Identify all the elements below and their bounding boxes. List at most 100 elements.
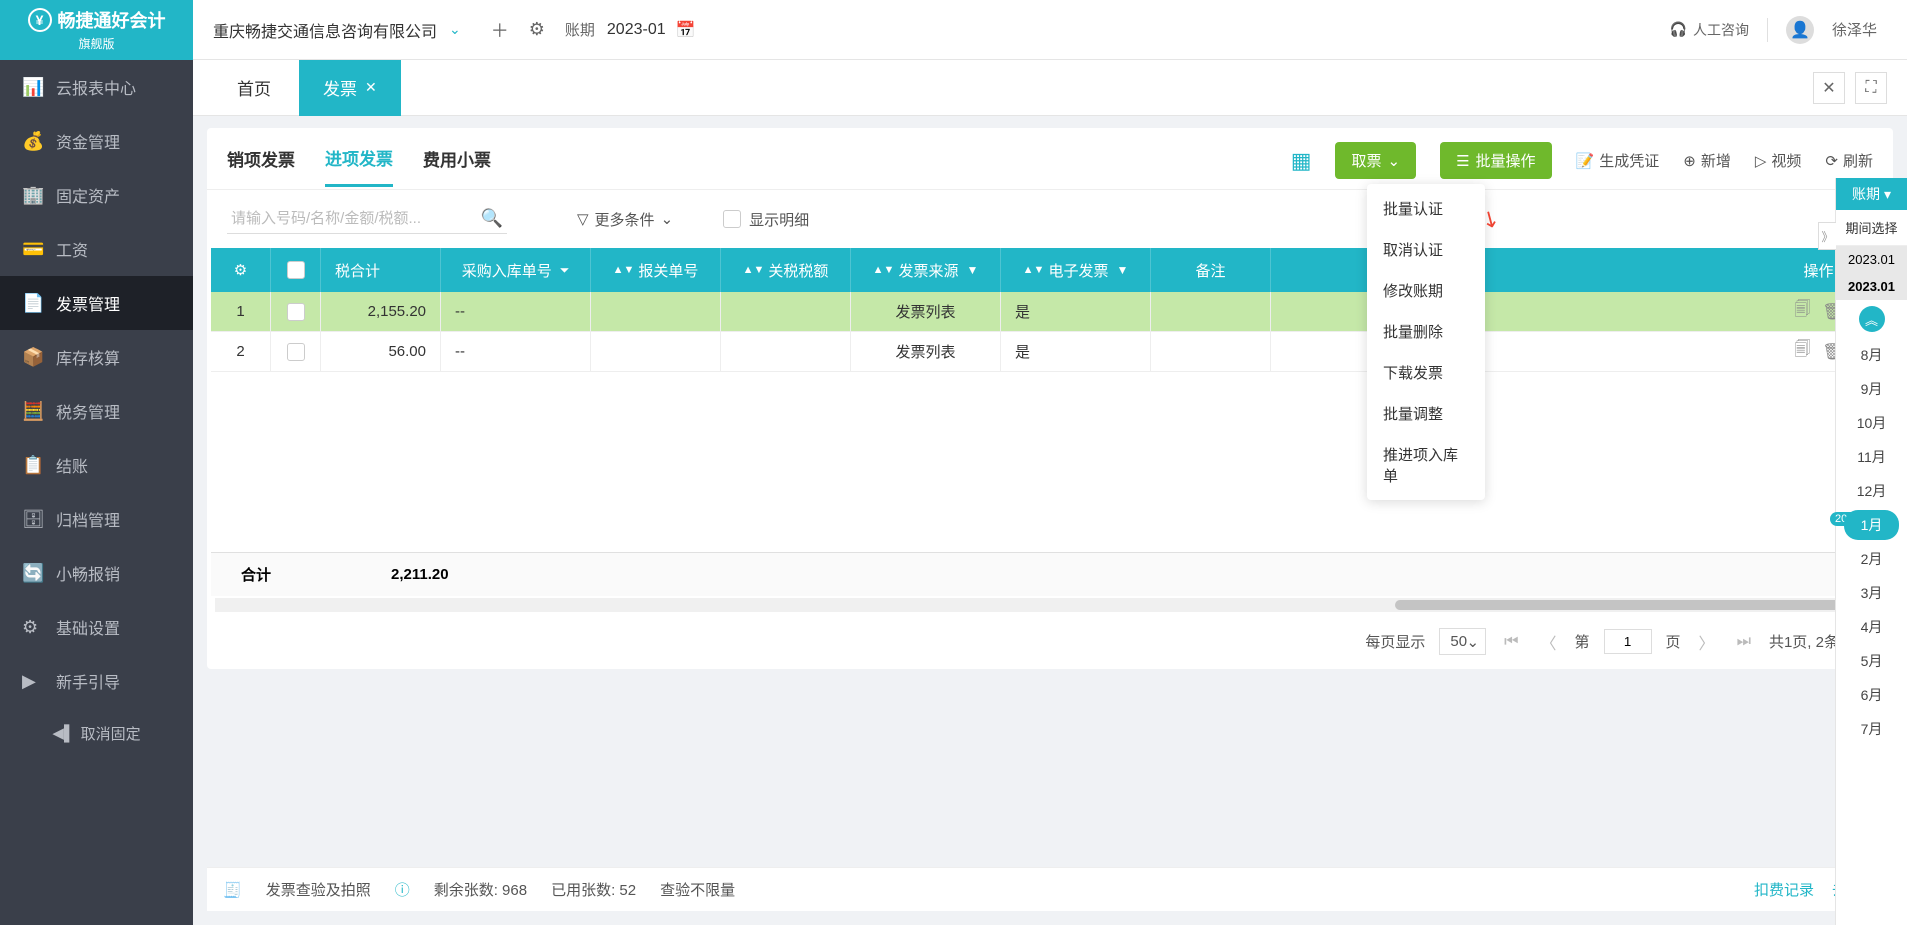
view-icon[interactable]: 🗐	[1794, 338, 1810, 365]
first-page-button[interactable]: ⏮	[1500, 633, 1522, 651]
period-label: 账期	[565, 19, 595, 40]
fullscreen-button[interactable]: ⛶	[1855, 72, 1887, 104]
table-row[interactable]: 2 56.00 -- 发票列表 是 🗐🗑	[211, 332, 1889, 372]
col-checkbox[interactable]	[271, 248, 321, 292]
close-all-button[interactable]: ✕	[1813, 72, 1845, 104]
dd-download[interactable]: 下载发票	[1367, 352, 1485, 393]
close-icon[interactable]: ✕	[365, 79, 377, 96]
table-row[interactable]: 1 2,155.20 -- 发票列表 是 🗐🗑	[211, 292, 1889, 332]
show-detail-checkbox[interactable]: 显示明细	[723, 209, 809, 230]
scrollbar-thumb[interactable]	[1395, 600, 1875, 610]
top-header: ¥ 畅捷通好会计 旗舰版 重庆畅捷交通信息咨询有限公司 ⌄ ＋ ⚙ 账期 202…	[0, 0, 1907, 60]
dd-push-inbound[interactable]: 推进项入库单	[1367, 434, 1485, 496]
month-option[interactable]: 6月	[1836, 678, 1907, 712]
month-option[interactable]: 12月	[1836, 474, 1907, 508]
sidebar-item-close[interactable]: 📋结账	[0, 438, 193, 492]
support-link[interactable]: 🎧 人工咨询	[1670, 20, 1749, 40]
sidebar-item-expense[interactable]: 🔄小畅报销	[0, 546, 193, 600]
month-option[interactable]: 5月	[1836, 644, 1907, 678]
subtab-expense[interactable]: 费用小票	[423, 146, 491, 185]
refresh-icon: ⟳	[1825, 152, 1838, 170]
sidebar-item-assets[interactable]: 🏢固定资产	[0, 168, 193, 222]
month-list: 8月 9月 10月 11月 12月 2023 1月 2月 3月 4月 5月 6月…	[1836, 338, 1907, 746]
month-option[interactable]: 11月	[1836, 440, 1907, 474]
checkbox-icon	[287, 343, 305, 361]
sidebar-item-settings[interactable]: ⚙基础设置	[0, 600, 193, 654]
calendar-icon[interactable]: 📅	[676, 20, 696, 40]
period-title: 期间选择	[1836, 210, 1907, 246]
gen-voucher-link[interactable]: 📝生成凭证	[1576, 150, 1660, 171]
dd-batch-delete[interactable]: 批量删除	[1367, 311, 1485, 352]
subtab-output[interactable]: 销项发票	[227, 146, 295, 185]
sidebar-item-archive[interactable]: 🗄归档管理	[0, 492, 193, 546]
plus-icon[interactable]: ＋	[491, 17, 509, 43]
play-circle-icon: ▷	[1755, 152, 1767, 170]
batch-button[interactable]: ☰批量操作	[1440, 142, 1551, 179]
col-tax-total[interactable]: 税合计	[321, 248, 441, 292]
col-note[interactable]: 备注	[1151, 248, 1271, 292]
card-icon: 💳	[22, 239, 42, 260]
col-tariff[interactable]: ▲▼关税税额	[721, 248, 851, 292]
sidebar-item-funds[interactable]: 💰资金管理	[0, 114, 193, 168]
dd-cancel-verify[interactable]: 取消认证	[1367, 229, 1485, 270]
qr-icon[interactable]: ▦	[1291, 148, 1312, 174]
period-button[interactable]: 账期▾	[1836, 178, 1907, 210]
sidebar-item-reports[interactable]: 📊云报表中心	[0, 60, 193, 114]
month-option[interactable]: 9月	[1836, 372, 1907, 406]
add-link[interactable]: ⊕新增	[1683, 150, 1731, 171]
col-settings[interactable]: ⚙	[211, 248, 271, 292]
plus-circle-icon: ⊕	[1683, 152, 1696, 170]
sidebar-item-inventory[interactable]: 📦库存核算	[0, 330, 193, 384]
dd-batch-verify[interactable]: 批量认证 ↘	[1367, 188, 1485, 229]
sidebar-item-guide[interactable]: ▶新手引导	[0, 654, 193, 708]
page-prefix: 第	[1575, 631, 1590, 652]
refresh-link[interactable]: ⟳刷新	[1825, 150, 1873, 171]
remain-count: 剩余张数: 968	[434, 879, 527, 900]
tab-invoice[interactable]: 发票 ✕	[299, 60, 401, 116]
tab-home[interactable]: 首页	[213, 60, 295, 116]
month-option[interactable]: 3月	[1836, 576, 1907, 610]
col-source[interactable]: ▲▼发票来源▼	[851, 248, 1001, 292]
fetch-button[interactable]: 取票⌄	[1335, 142, 1416, 179]
filter-icon: ⏷	[560, 263, 570, 278]
more-conditions[interactable]: ▽ 更多条件 ⌄	[577, 209, 673, 230]
search-icon[interactable]: 🔍	[481, 208, 503, 229]
month-option[interactable]: 10月	[1836, 406, 1907, 440]
month-option[interactable]: 2月	[1836, 542, 1907, 576]
info-icon[interactable]: ⓘ	[395, 879, 410, 900]
year-option[interactable]: 2023.01	[1836, 273, 1907, 300]
year-option[interactable]: 2023.01	[1836, 246, 1907, 273]
avatar[interactable]: 👤	[1786, 16, 1814, 44]
scroll-up-button[interactable]: ︽	[1859, 306, 1885, 332]
month-option[interactable]: 8月	[1836, 338, 1907, 372]
clipboard-icon: 📋	[22, 455, 42, 476]
subtab-input[interactable]: 进项发票	[325, 145, 393, 187]
col-purchase[interactable]: 采购入库单号⏷	[441, 248, 591, 292]
page-input[interactable]	[1604, 629, 1652, 654]
sidebar-item-salary[interactable]: 💳工资	[0, 222, 193, 276]
header-right: 🎧 人工咨询 👤 徐泽华	[1670, 16, 1907, 44]
dd-batch-adjust[interactable]: 批量调整	[1367, 393, 1485, 434]
col-declare[interactable]: ▲▼报关单号	[591, 248, 721, 292]
video-link[interactable]: ▷视频	[1755, 150, 1802, 171]
horizontal-scrollbar[interactable]	[215, 598, 1885, 612]
sidebar-item-invoice[interactable]: 📄发票管理	[0, 276, 193, 330]
last-page-button[interactable]: ⏭	[1733, 633, 1755, 651]
view-icon[interactable]: 🗐	[1794, 298, 1810, 325]
col-einvoice[interactable]: ▲▼电子发票▼	[1001, 248, 1151, 292]
deduct-link[interactable]: 扣费记录	[1754, 879, 1814, 900]
sidebar-item-tax[interactable]: 🧮税务管理	[0, 384, 193, 438]
dd-modify-period[interactable]: 修改账期	[1367, 270, 1485, 311]
month-option[interactable]: 4月	[1836, 610, 1907, 644]
company-name: 重庆畅捷交通信息咨询有限公司	[213, 18, 437, 42]
sidebar-unpin[interactable]: ◀▌取消固定	[0, 708, 193, 758]
next-page-button[interactable]: 〉	[1695, 630, 1719, 654]
gear-icon[interactable]: ⚙	[529, 19, 545, 40]
month-option[interactable]: 7月	[1836, 712, 1907, 746]
search-input[interactable]	[227, 204, 507, 234]
per-page-select[interactable]: 50 ⌄	[1439, 628, 1486, 655]
prev-page-button[interactable]: 〈	[1537, 630, 1561, 654]
panel-collapse-handle[interactable]: 》	[1818, 222, 1836, 250]
company-selector[interactable]: 重庆畅捷交通信息咨询有限公司 ⌄	[193, 18, 481, 42]
month-option-current[interactable]: 1月	[1844, 510, 1899, 540]
